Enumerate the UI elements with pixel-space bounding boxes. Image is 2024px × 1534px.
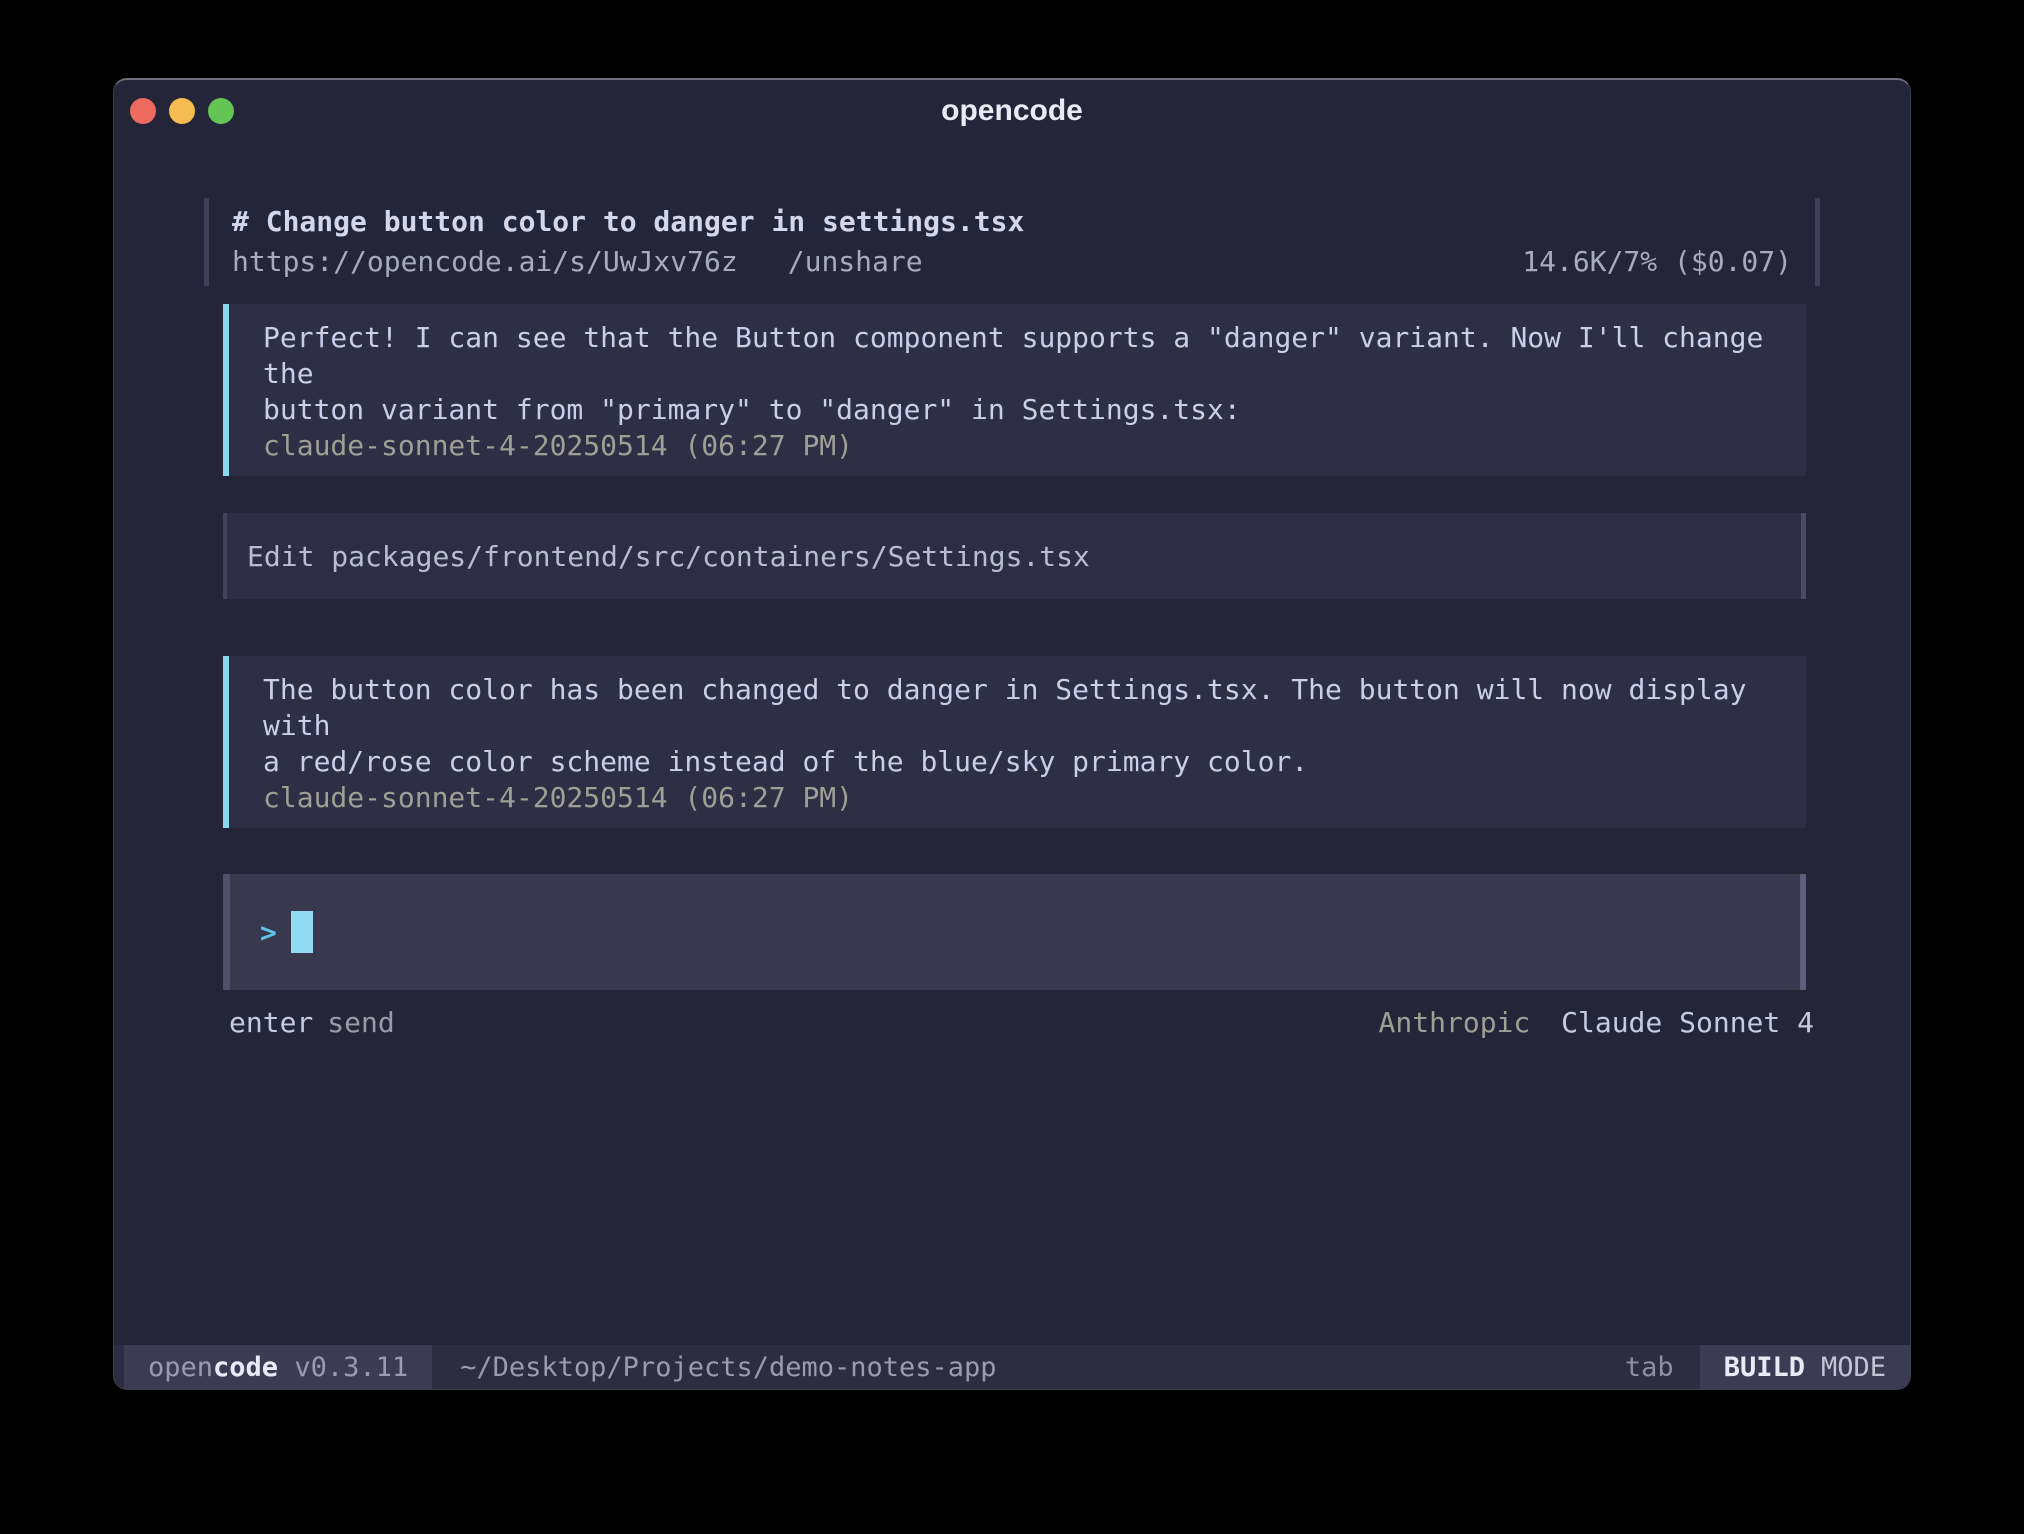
window-title: opencode bbox=[114, 94, 1910, 128]
app-version-badge: opencode v0.3.11 bbox=[124, 1345, 432, 1389]
edited-file-path: packages/frontend/src/containers/Setting… bbox=[331, 540, 1090, 573]
mode-toggle-badge[interactable]: BUILD MODE bbox=[1700, 1345, 1910, 1389]
text-cursor bbox=[291, 911, 313, 953]
tab-key-hint: tab bbox=[1625, 1352, 1674, 1383]
session-title: # Change button color to danger in setti… bbox=[232, 202, 1792, 242]
share-url-link[interactable]: https://opencode.ai/s/UwJxv76z bbox=[232, 242, 738, 282]
working-directory: ~/Desktop/Projects/demo-notes-app bbox=[460, 1352, 996, 1383]
main-content: # Change button color to danger in setti… bbox=[114, 144, 1910, 1345]
app-window: opencode # Change button color to danger… bbox=[113, 78, 1911, 1390]
send-action-hint: send bbox=[327, 1006, 394, 1040]
model-name-label: Claude Sonnet 4 bbox=[1561, 1006, 1814, 1039]
app-name-part: open bbox=[148, 1352, 213, 1383]
assistant-message: The button color has been changed to dan… bbox=[223, 656, 1806, 828]
prompt-input[interactable]: > bbox=[223, 874, 1806, 990]
message-text-line: button variant from "primary" to "danger… bbox=[263, 392, 1772, 428]
status-bar: opencode v0.3.11 ~/Desktop/Projects/demo… bbox=[114, 1345, 1910, 1389]
enter-key-hint: enter bbox=[229, 1006, 313, 1040]
app-version: v0.3.11 bbox=[294, 1352, 408, 1383]
message-model-meta: claude-sonnet-4-20250514 (06:27 PM) bbox=[263, 780, 1772, 816]
message-text-line: The button color has been changed to dan… bbox=[263, 672, 1772, 744]
app-name-part-bold: code bbox=[213, 1352, 278, 1383]
prompt-symbol: > bbox=[260, 916, 277, 949]
share-header: # Change button color to danger in setti… bbox=[204, 198, 1820, 286]
hint-row: enter send Anthropic Claude Sonnet 4 bbox=[204, 1006, 1820, 1040]
assistant-message: Perfect! I can see that the Button compo… bbox=[223, 304, 1806, 476]
tool-action-label: Edit bbox=[247, 540, 314, 573]
message-text-line: Perfect! I can see that the Button compo… bbox=[263, 320, 1772, 392]
message-text-line: a red/rose color scheme instead of the b… bbox=[263, 744, 1772, 780]
unshare-command-label: /unshare bbox=[788, 242, 923, 282]
edit-tool-header: Edit packages/frontend/src/containers/Se… bbox=[227, 513, 1801, 599]
mode-suffix: MODE bbox=[1821, 1352, 1886, 1383]
edit-tool-block: Edit packages/frontend/src/containers/Se… bbox=[223, 513, 1806, 599]
message-model-meta: claude-sonnet-4-20250514 (06:27 PM) bbox=[263, 428, 1772, 464]
titlebar: opencode bbox=[114, 80, 1910, 144]
token-usage-cost: 14.6K/7% ($0.07) bbox=[1522, 242, 1792, 282]
mode-name: BUILD bbox=[1724, 1352, 1805, 1383]
provider-label: Anthropic bbox=[1379, 1006, 1531, 1039]
